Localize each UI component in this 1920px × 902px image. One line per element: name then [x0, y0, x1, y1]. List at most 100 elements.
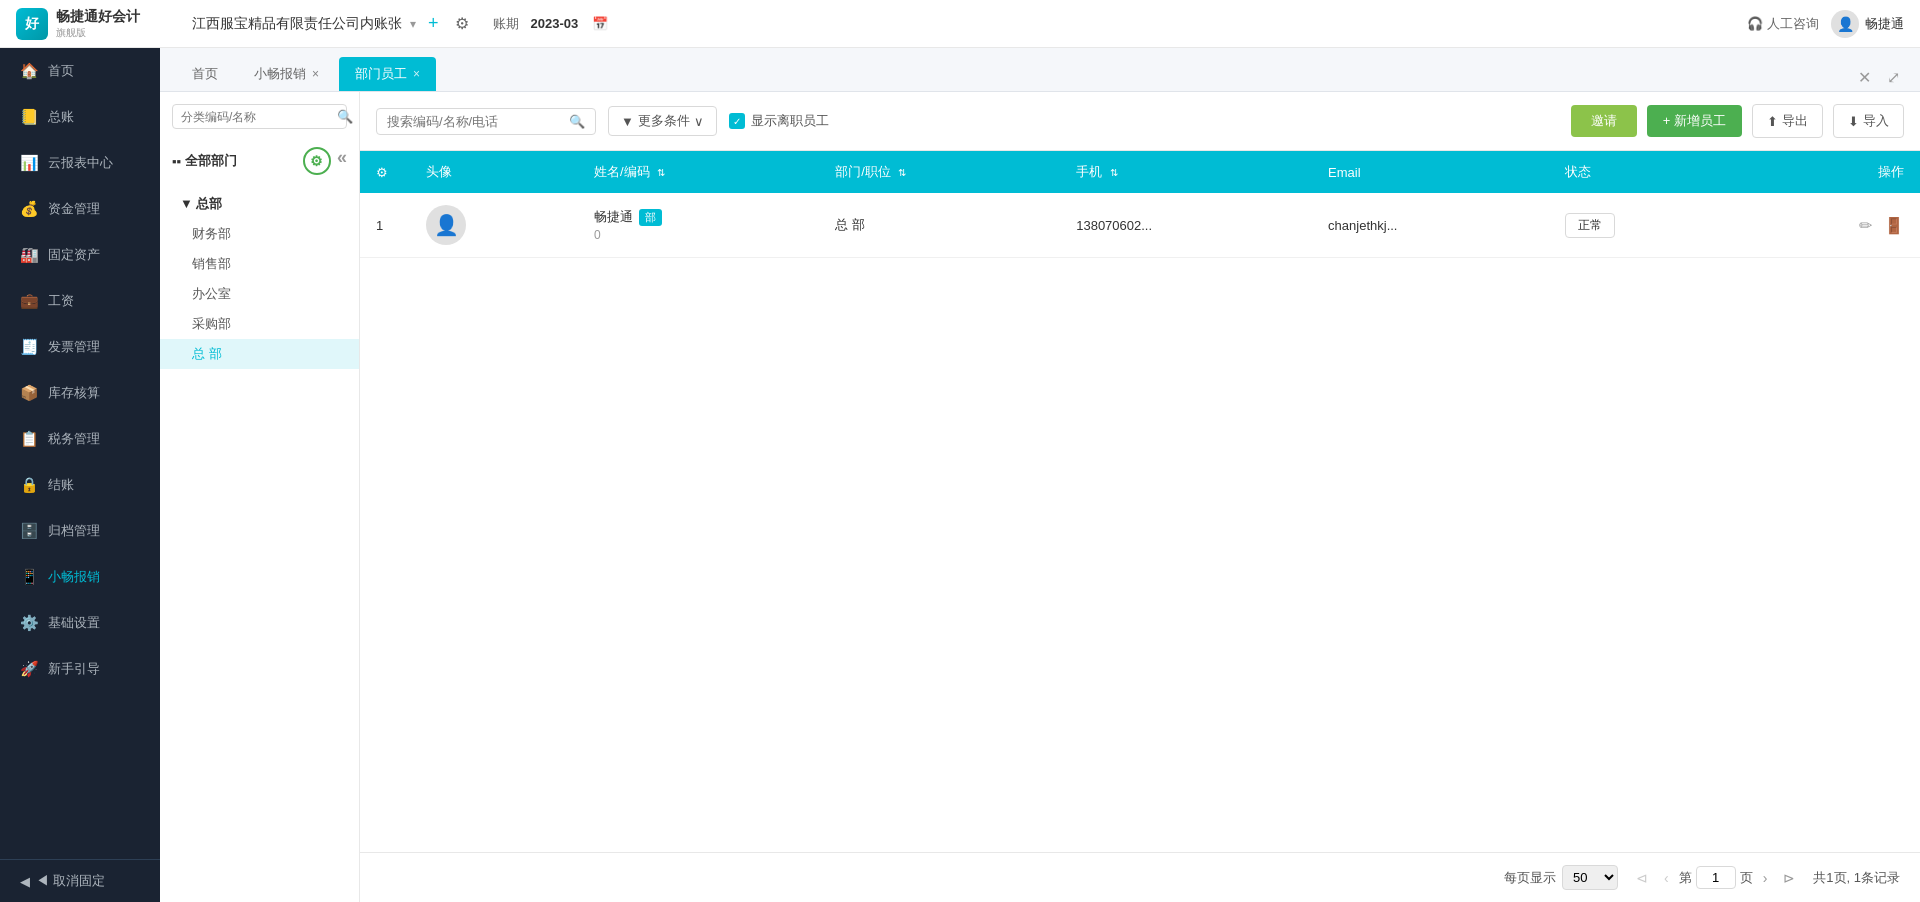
dept-search-input[interactable]	[181, 110, 331, 124]
tab-dept-employee[interactable]: 部门员工 ×	[339, 57, 436, 91]
user-info[interactable]: 👤 畅捷通	[1831, 10, 1904, 38]
sidebar-label-guide: 新手引导	[48, 660, 100, 678]
close-tab-btn[interactable]: ✕	[1854, 64, 1875, 91]
sidebar: 🏠 首页 📒 总账 📊 云报表中心 💰 资金管理 🏭 固定资产 💼 工资 🧾 发…	[0, 48, 160, 902]
th-name[interactable]: 姓名/编码 ⇅	[578, 151, 819, 193]
edit-btn[interactable]: ✏	[1859, 216, 1872, 235]
service-label: 人工咨询	[1767, 15, 1819, 33]
sidebar-item-ledger[interactable]: 📒 总账	[0, 94, 160, 140]
page-number-input[interactable]	[1696, 866, 1736, 889]
sidebar-item-inventory[interactable]: 📦 库存核算	[0, 370, 160, 416]
sidebar-item-funds[interactable]: 💰 资金管理	[0, 186, 160, 232]
sidebar-label-xiaochang: 小畅报销	[48, 568, 100, 586]
user-name: 畅捷通	[1865, 15, 1904, 33]
tab-bar: 首页 小畅报销 × 部门员工 × ✕ ⤢	[160, 48, 1920, 92]
sort-name-icon: ⇅	[657, 167, 665, 178]
grid-icon: ▪▪	[172, 154, 181, 169]
sort-phone-icon: ⇅	[1110, 167, 1118, 178]
th-action: 操作	[1740, 151, 1920, 193]
sidebar-label-inventory: 库存核算	[48, 384, 100, 402]
tab-xiaochang[interactable]: 小畅报销 ×	[238, 57, 335, 91]
sidebar-item-close[interactable]: 🔒 结账	[0, 462, 160, 508]
th-gear[interactable]: ⚙	[360, 151, 410, 193]
show-resigned-checkbox[interactable]: ✓ 显示离职员工	[729, 112, 829, 130]
left-dept-panel: 🔍 ▪▪ 全部部门 ⚙ « ▼ 总部	[160, 92, 360, 902]
dept-settings-btn[interactable]: ⚙	[303, 147, 331, 175]
period-value: 2023-03	[531, 16, 579, 31]
sidebar-item-invoice[interactable]: 🧾 发票管理	[0, 324, 160, 370]
calendar-icon[interactable]: 📅	[592, 16, 608, 31]
dept-search-box[interactable]: 🔍	[172, 104, 347, 129]
sidebar-item-reports[interactable]: 📊 云报表中心	[0, 140, 160, 186]
invite-btn[interactable]: 邀请	[1571, 105, 1637, 137]
company-area: 江西服宝精品有限责任公司内账张 ▾ + ⚙ 账期 2023-03 📅	[192, 13, 1747, 34]
sidebar-label-home: 首页	[48, 62, 74, 80]
service-btn[interactable]: 🎧 人工咨询	[1747, 15, 1819, 33]
logout-btn[interactable]: 🚪	[1884, 216, 1904, 235]
header-right: 🎧 人工咨询 👤 畅捷通	[1747, 10, 1904, 38]
pin-sidebar-btn[interactable]: ◀ ◀ 取消固定	[0, 859, 160, 902]
last-page-btn[interactable]: ⊳	[1777, 867, 1801, 889]
funds-icon: 💰	[20, 200, 38, 218]
th-phone[interactable]: 手机 ⇅	[1060, 151, 1312, 193]
sidebar-item-payroll[interactable]: 💼 工资	[0, 278, 160, 324]
export-btn[interactable]: ⬆ 导出	[1752, 104, 1823, 138]
next-page-btn[interactable]: ›	[1757, 867, 1774, 889]
th-dept[interactable]: 部门/职位 ⇅	[819, 151, 1060, 193]
dept-caigou[interactable]: 采购部	[160, 309, 359, 339]
sort-dept-icon: ⇅	[898, 167, 906, 178]
row-no: 1	[360, 193, 410, 258]
checkbox-check: ✓	[729, 113, 745, 129]
employee-search-input[interactable]	[387, 114, 563, 129]
page-size-selector[interactable]: 每页显示 50 20 100	[1504, 865, 1618, 890]
filter-chevron: ∨	[694, 114, 704, 129]
row-email: chanjethkj...	[1312, 193, 1549, 258]
tab-controls: ✕ ⤢	[1854, 64, 1904, 91]
top-header: 好 畅捷通好会计 旗舰版 江西服宝精品有限责任公司内账张 ▾ + ⚙ 账期 20…	[0, 0, 1920, 48]
sidebar-item-archive[interactable]: 🗄️ 归档管理	[0, 508, 160, 554]
pin-label: ◀ 取消固定	[36, 872, 105, 890]
close-dept-tab[interactable]: ×	[413, 67, 420, 81]
tab-home[interactable]: 首页	[176, 57, 234, 91]
dept-zongbu-child[interactable]: 总 部	[160, 339, 359, 369]
company-dropdown-icon[interactable]: ▾	[410, 17, 416, 31]
all-dept-label: ▪▪ 全部部门	[172, 152, 237, 170]
table-head: ⚙ 头像 姓名/编码 ⇅ 部门/职位 ⇅	[360, 151, 1920, 193]
add-employee-btn[interactable]: + 新增员工	[1647, 105, 1742, 137]
pin-icon: ◀	[20, 874, 30, 889]
row-phone: 138070602...	[1060, 193, 1312, 258]
sidebar-item-guide[interactable]: 🚀 新手引导	[0, 646, 160, 692]
expand-tab-btn[interactable]: ⤢	[1883, 64, 1904, 91]
close-icon: 🔒	[20, 476, 38, 494]
sidebar-label-invoice: 发票管理	[48, 338, 100, 356]
per-page-select[interactable]: 50 20 100	[1562, 865, 1618, 890]
dept-search-icon: 🔍	[337, 109, 353, 124]
table-row: 1 👤 畅捷通 部	[360, 193, 1920, 258]
avatar: 👤	[1831, 10, 1859, 38]
all-dept-header: ▪▪ 全部部门 ⚙ «	[160, 141, 359, 181]
sidebar-item-home[interactable]: 🏠 首页	[0, 48, 160, 94]
first-page-btn[interactable]: ⊲	[1630, 867, 1654, 889]
collapse-all-btn[interactable]: «	[337, 147, 347, 175]
sidebar-item-xiaochang[interactable]: 📱 小畅报销	[0, 554, 160, 600]
dept-bangong[interactable]: 办公室	[160, 279, 359, 309]
settings-icon[interactable]: ⚙	[455, 14, 469, 33]
dept-zongbu[interactable]: ▼ 总部	[160, 189, 359, 219]
add-company-btn[interactable]: +	[428, 13, 439, 34]
xiaochang-icon: 📱	[20, 568, 38, 586]
filter-btn[interactable]: ▼ 更多条件 ∨	[608, 106, 717, 136]
dept-caiwu[interactable]: 财务部	[160, 219, 359, 249]
close-xiaochang-tab[interactable]: ×	[312, 67, 319, 81]
sidebar-item-settings[interactable]: ⚙️ 基础设置	[0, 600, 160, 646]
employee-search-box[interactable]: 🔍	[376, 108, 596, 135]
dept-xiaoshou[interactable]: 销售部	[160, 249, 359, 279]
tab-home-label: 首页	[192, 65, 218, 83]
dept-group-zongbu: ▼ 总部 财务部 销售部 办公室 采购部 总 部	[160, 185, 359, 373]
employee-toolbar: 🔍 ▼ 更多条件 ∨ ✓ 显示离职员工 邀请 + 新增员工	[360, 92, 1920, 151]
prev-page-btn[interactable]: ‹	[1658, 867, 1675, 889]
sidebar-item-tax[interactable]: 📋 税务管理	[0, 416, 160, 462]
page-content: 🔍 ▪▪ 全部部门 ⚙ « ▼ 总部	[160, 92, 1920, 902]
filter-icon: ▼	[621, 114, 634, 129]
import-btn[interactable]: ⬇ 导入	[1833, 104, 1904, 138]
sidebar-item-fixed-assets[interactable]: 🏭 固定资产	[0, 232, 160, 278]
